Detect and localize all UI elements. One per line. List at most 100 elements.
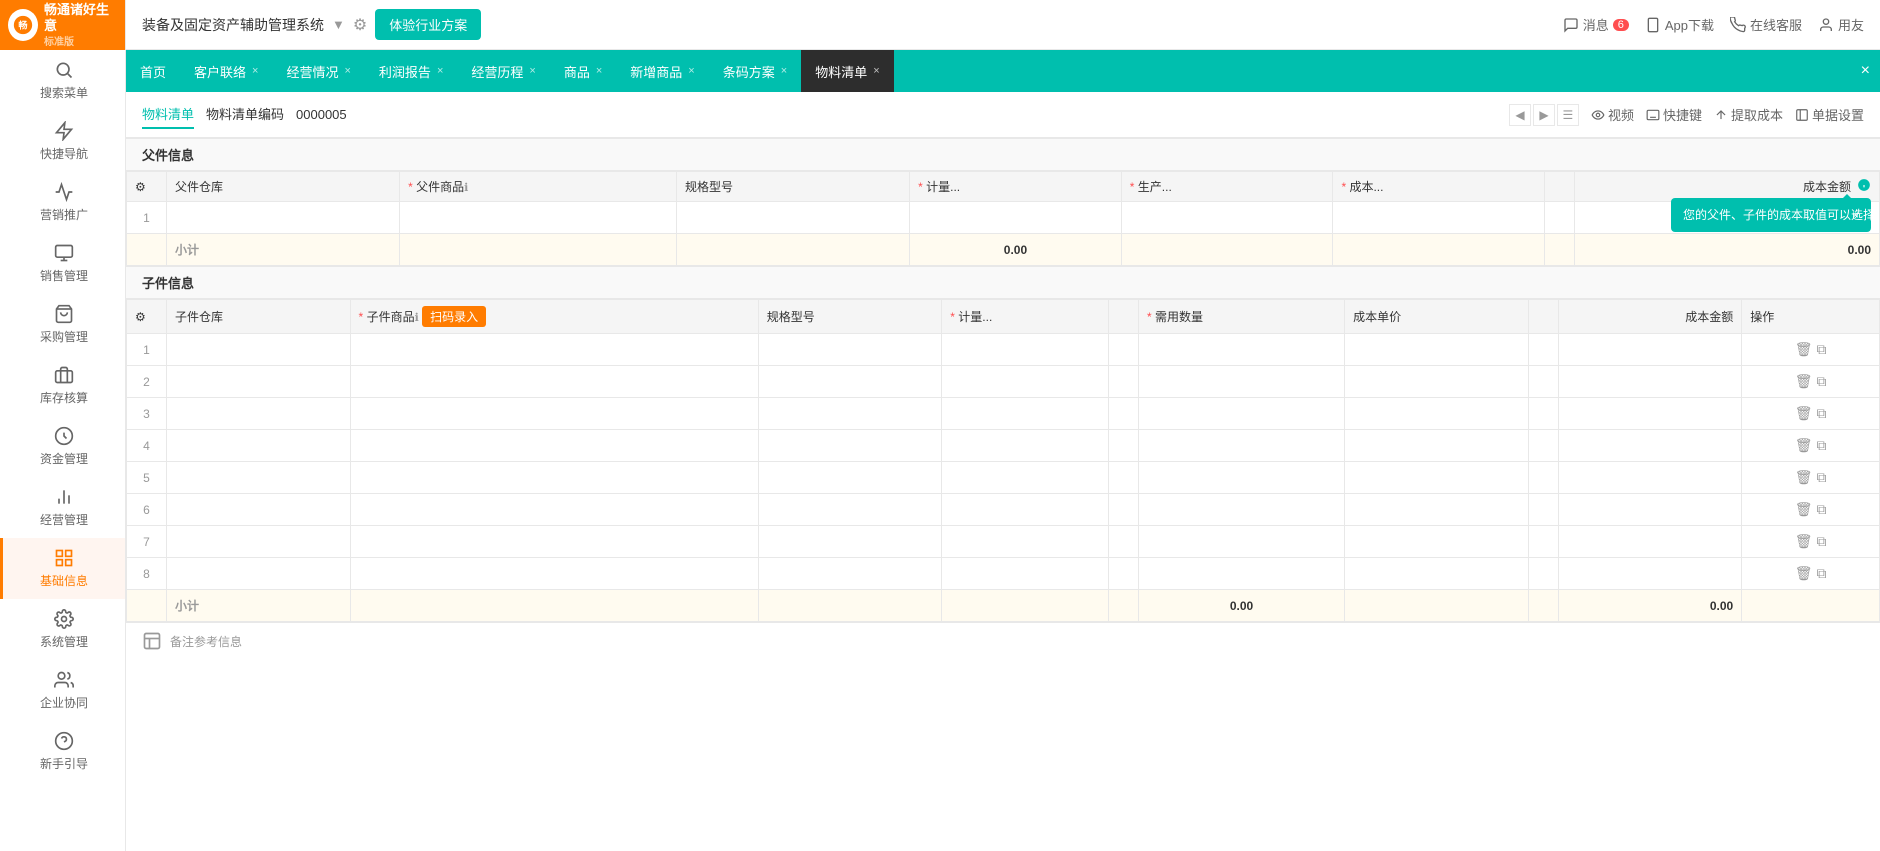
child-row-2-qty[interactable] [1138,366,1344,398]
parent-th-settings[interactable]: ⚙ [127,172,167,202]
tab-bom-close[interactable]: × [873,65,879,77]
child-row-4-qty[interactable] [1138,430,1344,462]
child-row-5-spec[interactable] [758,462,942,494]
child-row-4-warehouse[interactable] [167,430,351,462]
child-row-5-delete-icon[interactable]: 🗑 [1795,469,1813,486]
action-cost[interactable]: 提取成本 [1714,105,1783,124]
child-row-3-unit-cost[interactable] [1345,398,1529,430]
child-row-3-qty[interactable] [1138,398,1344,430]
child-row-6-copy-icon[interactable]: ⧉ [1817,501,1827,518]
child-row-6-product[interactable] [350,494,758,526]
tab-operations-close[interactable]: × [344,65,350,77]
tab-operations[interactable]: 经营情况 × [272,50,364,92]
parent-row-1-product[interactable] [400,202,677,234]
tab-newgoods-close[interactable]: × [688,65,694,77]
tab-profit-close[interactable]: × [437,65,443,77]
tab-goods[interactable]: 商品 × [550,50,616,92]
child-row-1-warehouse[interactable] [167,334,351,366]
child-row-3-product[interactable] [350,398,758,430]
nav-arrow-left[interactable]: ◀ [1509,104,1531,126]
topbar-dropdown-icon[interactable]: ▼ [332,17,345,32]
child-row-1-spec[interactable] [758,334,942,366]
child-row-8-spec[interactable] [758,558,942,590]
sidebar-item-quicknav[interactable]: 快捷导航 [0,111,125,172]
sidebar-item-enterprise[interactable]: 企业协同 [0,660,125,721]
child-row-6-unit[interactable] [942,494,1109,526]
child-row-4-product[interactable] [350,430,758,462]
child-row-3-unit[interactable] [942,398,1109,430]
online-service-btn[interactable]: 在线客服 [1730,15,1802,34]
tab-barcode[interactable]: 条码方案 × [709,50,801,92]
action-view[interactable]: 视频 [1591,105,1634,124]
child-row-8-delete-icon[interactable]: 🗑 [1795,565,1813,582]
child-row-4-copy-icon[interactable]: ⧉ [1817,437,1827,454]
child-row-6-warehouse[interactable] [167,494,351,526]
sidebar-item-search[interactable]: 搜索菜单 [0,50,125,111]
child-row-8-warehouse[interactable] [167,558,351,590]
child-row-7-warehouse[interactable] [167,526,351,558]
parent-row-1-production[interactable] [1121,202,1333,234]
experience-btn[interactable]: 体验行业方案 [375,9,481,40]
message-btn[interactable]: 消息 6 [1563,15,1629,34]
child-row-2-warehouse[interactable] [167,366,351,398]
sidebar-item-operations[interactable]: 经营管理 [0,477,125,538]
child-row-2-copy-icon[interactable]: ⧉ [1817,373,1827,390]
child-row-6-unit-cost[interactable] [1345,494,1529,526]
child-th-settings[interactable]: ⚙ [127,300,167,334]
tab-history[interactable]: 经营历程 × [457,50,549,92]
child-row-8-copy-icon[interactable]: ⧉ [1817,565,1827,582]
child-row-7-qty[interactable] [1138,526,1344,558]
sidebar-item-finance[interactable]: 资金管理 [0,416,125,477]
tab-clients[interactable]: 客户联络 × [180,50,272,92]
parent-row-1-spec[interactable] [677,202,910,234]
child-row-2-unit-cost[interactable] [1345,366,1529,398]
child-row-6-spec[interactable] [758,494,942,526]
parent-row-1-warehouse[interactable] [167,202,400,234]
child-row-1-unit-cost[interactable] [1345,334,1529,366]
child-row-1-copy-icon[interactable]: ⧉ [1817,341,1827,358]
child-row-1-unit[interactable] [942,334,1109,366]
child-row-7-copy-icon[interactable]: ⧉ [1817,533,1827,550]
child-row-5-copy-icon[interactable]: ⧉ [1817,469,1827,486]
tab-bom[interactable]: 物料清单 × [801,50,893,92]
user-btn[interactable]: 用友 [1818,15,1864,34]
tab-history-close[interactable]: × [529,65,535,77]
child-row-6-qty[interactable] [1138,494,1344,526]
tab-goods-close[interactable]: × [596,65,602,77]
child-row-7-spec[interactable] [758,526,942,558]
sidebar-item-purchase[interactable]: 采购管理 [0,294,125,355]
sidebar-item-inventory[interactable]: 库存核算 [0,355,125,416]
child-row-2-unit[interactable] [942,366,1109,398]
nav-arrow-right[interactable]: ▶ [1533,104,1555,126]
sidebar-item-sales[interactable]: 销售管理 [0,233,125,294]
tab-profit[interactable]: 利润报告 × [365,50,457,92]
action-shortcut[interactable]: 快捷键 [1646,105,1702,124]
child-row-3-spec[interactable] [758,398,942,430]
nav-all-close[interactable]: × [1851,62,1880,80]
nav-menu[interactable]: ☰ [1557,104,1579,126]
child-row-4-unit[interactable] [942,430,1109,462]
child-row-6-delete-icon[interactable]: 🗑 [1795,501,1813,518]
tab-clients-close[interactable]: × [252,65,258,77]
app-download-btn[interactable]: App下载 [1645,15,1714,34]
child-row-4-unit-cost[interactable] [1345,430,1529,462]
sidebar-item-basic[interactable]: 基础信息 [0,538,125,599]
parent-row-1-cost[interactable] [1333,202,1545,234]
child-row-4-spec[interactable] [758,430,942,462]
child-row-2-spec[interactable] [758,366,942,398]
child-row-3-delete-icon[interactable]: 🗑 [1795,405,1813,422]
sub-tab-bom[interactable]: 物料清单 [142,100,194,129]
child-row-1-qty[interactable] [1138,334,1344,366]
child-row-5-warehouse[interactable] [167,462,351,494]
child-row-5-qty[interactable] [1138,462,1344,494]
child-row-3-warehouse[interactable] [167,398,351,430]
sidebar-item-system[interactable]: 系统管理 [0,599,125,660]
sidebar-item-marketing[interactable]: 营销推广 [0,172,125,233]
tab-barcode-close[interactable]: × [781,65,787,77]
child-row-5-product[interactable] [350,462,758,494]
child-row-5-unit[interactable] [942,462,1109,494]
child-row-1-product[interactable] [350,334,758,366]
child-row-5-unit-cost[interactable] [1345,462,1529,494]
child-row-7-delete-icon[interactable]: 🗑 [1795,533,1813,550]
scan-btn[interactable]: 扫码录入 [422,306,486,327]
